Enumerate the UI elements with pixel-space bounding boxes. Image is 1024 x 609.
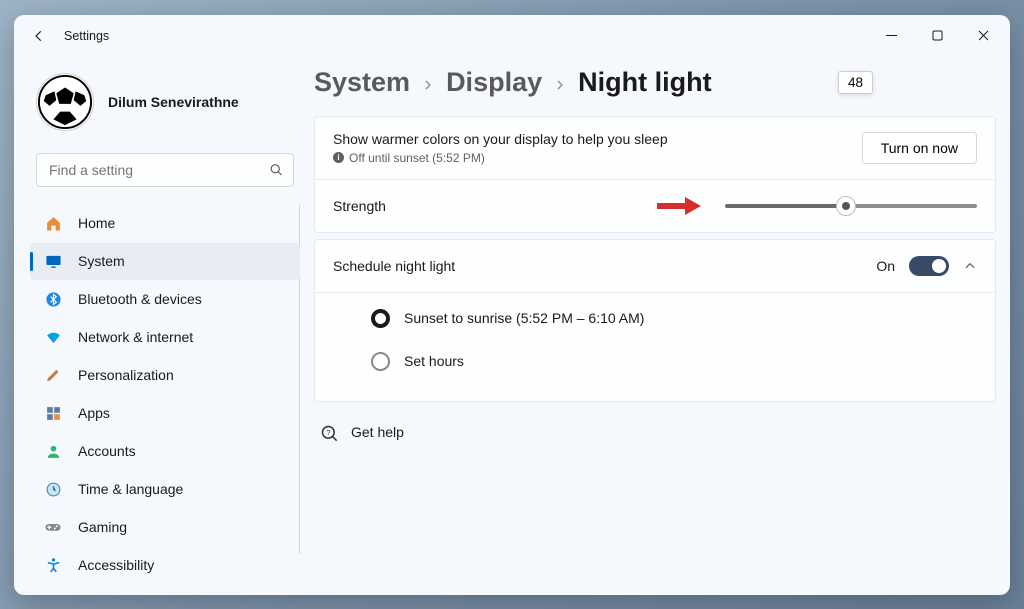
sidebar-item-label: Accounts: [78, 443, 136, 459]
sidebar-item-label: Time & language: [78, 481, 183, 497]
system-icon: [44, 252, 62, 270]
help-icon: ?: [320, 424, 337, 441]
back-button[interactable]: [22, 19, 56, 53]
svg-text:?: ?: [326, 427, 330, 436]
strength-slider[interactable]: [725, 204, 977, 208]
breadcrumb: System Display Night light: [314, 61, 996, 116]
schedule-label: Schedule night light: [333, 258, 455, 274]
schedule-state: On: [876, 258, 895, 274]
home-icon: [44, 214, 62, 232]
brush-icon: [44, 366, 62, 384]
radio-icon: [371, 352, 390, 371]
accessibility-icon: [44, 556, 62, 574]
sidebar-item-personalization[interactable]: Personalization: [30, 357, 300, 394]
titlebar: Settings: [14, 15, 1010, 57]
info-icon: i: [333, 152, 344, 163]
gamepad-icon: [44, 518, 62, 536]
sidebar-item-label: Home: [78, 215, 115, 231]
close-icon: [978, 30, 989, 41]
summary-row: Show warmer colors on your display to he…: [315, 117, 995, 179]
person-icon: [44, 442, 62, 460]
schedule-toggle[interactable]: [909, 256, 949, 276]
schedule-options: Sunset to sunrise (5:52 PM – 6:10 AM) Se…: [315, 293, 995, 401]
strength-slider-wrap: [725, 204, 977, 208]
minimize-button[interactable]: [868, 20, 914, 52]
clock-icon: [44, 480, 62, 498]
sidebar: Dilum Senevirathne Home System Blue: [14, 57, 310, 595]
get-help-link[interactable]: ? Get help: [314, 408, 996, 457]
slider-thumb[interactable]: [836, 196, 856, 216]
sidebar-item-network[interactable]: Network & internet: [30, 319, 300, 356]
sidebar-item-apps[interactable]: Apps: [30, 395, 300, 432]
main-content: System Display Night light Show warmer c…: [310, 57, 1010, 595]
schedule-card: Schedule night light On Sunset to sunris…: [314, 239, 996, 402]
search-box: [36, 153, 294, 187]
help-label: Get help: [351, 424, 404, 440]
sidebar-item-label: Personalization: [78, 367, 174, 383]
arrow-annotation-icon: [655, 195, 703, 217]
avatar: [36, 73, 94, 131]
sidebar-item-label: System: [78, 253, 125, 269]
sidebar-item-system[interactable]: System: [30, 243, 300, 280]
search-input[interactable]: [36, 153, 294, 187]
window-controls: [868, 20, 1006, 52]
minimize-icon: [886, 30, 897, 41]
nightlight-card: Show warmer colors on your display to he…: [314, 116, 996, 233]
sidebar-item-label: Gaming: [78, 519, 127, 535]
turn-on-button[interactable]: Turn on now: [862, 132, 977, 164]
sidebar-item-label: Bluetooth & devices: [78, 291, 202, 307]
summary-status: i Off until sunset (5:52 PM): [333, 151, 668, 165]
radio-sunset-sunrise[interactable]: Sunset to sunrise (5:52 PM – 6:10 AM): [333, 297, 977, 340]
maximize-icon: [932, 30, 943, 41]
sidebar-item-label: Accessibility: [78, 557, 154, 573]
sidebar-item-accounts[interactable]: Accounts: [30, 433, 300, 470]
chevron-right-icon: [422, 67, 434, 98]
profile-block[interactable]: Dilum Senevirathne: [30, 57, 300, 153]
sidebar-item-time[interactable]: Time & language: [30, 471, 300, 508]
radio-label: Set hours: [404, 353, 464, 369]
app-title: Settings: [64, 29, 109, 43]
summary-description: Show warmer colors on your display to he…: [333, 131, 668, 147]
sidebar-item-label: Apps: [78, 405, 110, 421]
radio-set-hours[interactable]: Set hours: [333, 340, 977, 383]
chevron-right-icon: [554, 67, 566, 98]
schedule-header[interactable]: Schedule night light On: [315, 240, 995, 292]
bluetooth-icon: [44, 290, 62, 308]
close-button[interactable]: [960, 20, 1006, 52]
strength-tooltip: 48: [838, 71, 873, 94]
wifi-icon: [44, 328, 62, 346]
breadcrumb-current: Night light: [578, 67, 711, 98]
breadcrumb-display[interactable]: Display: [446, 67, 542, 98]
chevron-up-icon: [963, 259, 977, 273]
radio-icon: [371, 309, 390, 328]
search-icon: [269, 162, 284, 177]
maximize-button[interactable]: [914, 20, 960, 52]
sidebar-item-bluetooth[interactable]: Bluetooth & devices: [30, 281, 300, 318]
sidebar-item-accessibility[interactable]: Accessibility: [30, 547, 300, 584]
sidebar-item-label: Network & internet: [78, 329, 193, 345]
apps-icon: [44, 404, 62, 422]
sidebar-item-gaming[interactable]: Gaming: [30, 509, 300, 546]
strength-row: Strength: [315, 180, 995, 232]
nav-list: Home System Bluetooth & devices Network …: [30, 205, 300, 584]
sidebar-item-home[interactable]: Home: [30, 205, 300, 242]
settings-window: Settings Dilum Senevirathne: [14, 15, 1010, 595]
soccer-ball-icon: [37, 74, 93, 130]
profile-name: Dilum Senevirathne: [108, 94, 239, 110]
radio-label: Sunset to sunrise (5:52 PM – 6:10 AM): [404, 310, 644, 326]
strength-label: Strength: [333, 198, 386, 214]
arrow-left-icon: [32, 29, 46, 43]
breadcrumb-system[interactable]: System: [314, 67, 410, 98]
